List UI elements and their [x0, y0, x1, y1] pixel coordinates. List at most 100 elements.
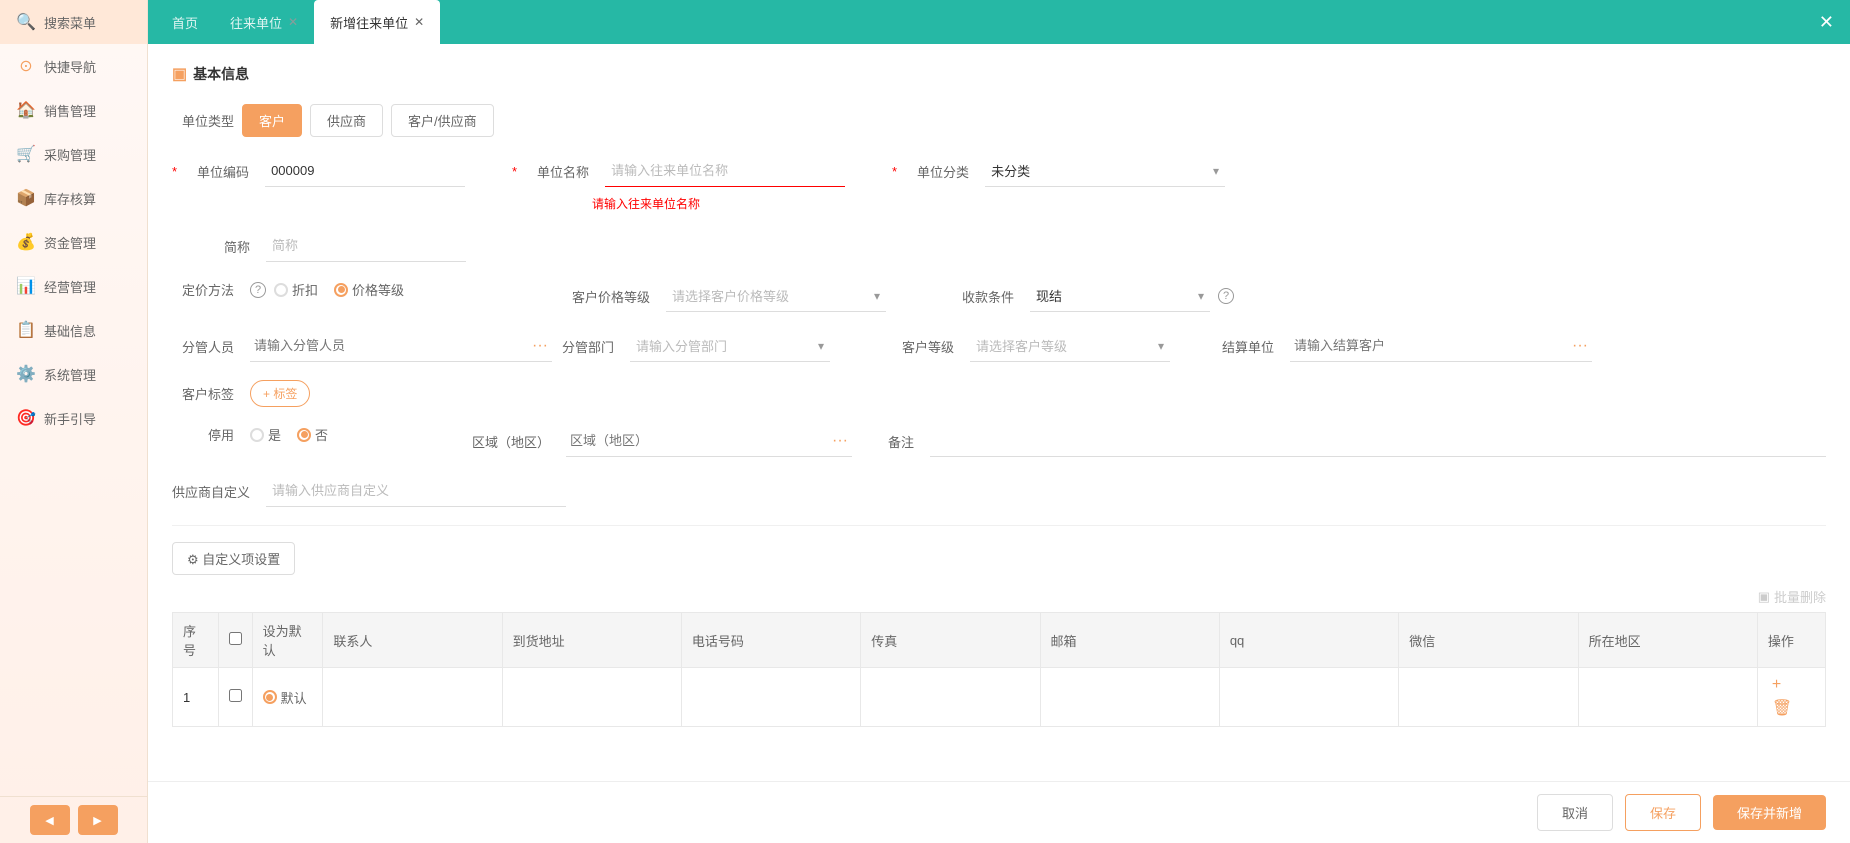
customer-level-select[interactable]: 请选择客户等级 ▾: [970, 330, 1170, 362]
th-address: 到货地址: [502, 613, 681, 668]
chevron-down-icon5: ▾: [1158, 339, 1164, 353]
unit-btn-supplier[interactable]: 供应商: [310, 104, 383, 137]
qq-input[interactable]: [1230, 690, 1388, 705]
remark-input[interactable]: [930, 425, 1826, 457]
basic-icon: 📋: [16, 320, 36, 340]
row-default-radio[interactable]: 默认: [263, 688, 313, 707]
radio-discount[interactable]: 折扣: [274, 280, 318, 299]
row-checkbox[interactable]: [229, 689, 242, 702]
chevron-down-icon4: ▾: [818, 339, 824, 353]
supplier-custom-label: 供应商自定义: [172, 482, 258, 501]
sidebar-expand-btn[interactable]: ▶: [78, 805, 118, 835]
unit-code-input[interactable]: [265, 155, 465, 187]
sidebar-item-system[interactable]: ⚙️ 系统管理: [0, 352, 147, 396]
unit-category-label: 单位分类: [907, 162, 977, 181]
wechat-input[interactable]: [1409, 690, 1567, 705]
finance-icon: 💰: [16, 232, 36, 252]
close-all-tabs-button[interactable]: ✕: [1811, 12, 1842, 33]
sidebar-item-operation[interactable]: 📊 经营管理: [0, 264, 147, 308]
operation-icon: 📊: [16, 276, 36, 296]
radio-price-level[interactable]: 价格等级: [334, 280, 404, 299]
unit-btn-customer[interactable]: 客户: [242, 104, 302, 137]
unit-name-input[interactable]: [605, 155, 845, 187]
settlement-unit-label: 结算单位: [1212, 337, 1282, 356]
customer-price-level-select[interactable]: 请选择客户价格等级 ▾: [666, 280, 886, 312]
tab-new-contact[interactable]: 新增往来单位 ✕: [314, 0, 440, 44]
pricing-help-icon[interactable]: ?: [250, 282, 266, 298]
unit-name-group: * 单位名称 请输入往来单位名称: [512, 155, 892, 212]
tab-home[interactable]: 首页: [156, 0, 214, 44]
td-checkbox: [218, 668, 252, 727]
sidebar-item-sales[interactable]: 🏠 销售管理: [0, 88, 147, 132]
settlement-unit-group: 结算单位 ···: [1212, 330, 1592, 362]
customer-price-level-placeholder: 请选择客户价格等级: [672, 286, 874, 305]
region-more-btn[interactable]: ···: [828, 432, 852, 450]
pricing-row: 定价方法 ? 折扣 价格等级 客户价格等级 请选择客户价格等级: [172, 280, 1826, 312]
td-fax: [861, 668, 1040, 727]
batch-delete-area: ▣ 批量删除: [172, 587, 1826, 606]
tab-contacts[interactable]: 往来单位 ✕: [214, 0, 314, 44]
batch-delete-icon: ▣: [1758, 589, 1770, 605]
region-label: 区域（地区）: [472, 432, 558, 451]
sidebar-item-purchase[interactable]: 🛒 采购管理: [0, 132, 147, 176]
chevron-down-icon2: ▾: [874, 289, 880, 303]
save-button[interactable]: 保存: [1625, 794, 1701, 831]
sidebar-item-newbie[interactable]: 🎯 新手引导: [0, 396, 147, 440]
sidebar-collapse-btn[interactable]: ◀: [30, 805, 70, 835]
remark-label: 备注: [852, 432, 922, 451]
th-seq: 序号: [173, 613, 219, 668]
settlement-unit-input-wrapper: ···: [1290, 330, 1592, 362]
address-input[interactable]: [513, 690, 671, 705]
unit-name-label: 单位名称: [527, 162, 597, 181]
sidebar-item-inventory[interactable]: 📦 库存核算: [0, 176, 147, 220]
contact-input[interactable]: [333, 690, 491, 705]
th-default: 设为默认: [252, 613, 323, 668]
table-header: 序号 设为默认 联系人 到货地址 电话号码 传真 邮箱 qq 微信 所在地区 操…: [173, 613, 1826, 668]
td-action: + 🗑: [1757, 668, 1825, 727]
supplier-custom-row: 供应商自定义: [172, 475, 1826, 507]
radio-disabled-no[interactable]: 否: [297, 425, 328, 444]
tab-new-contact-close[interactable]: ✕: [414, 15, 424, 29]
sidebar-bottom: ◀ ▶: [0, 796, 147, 843]
department-select[interactable]: 请输入分管部门 ▾: [630, 330, 830, 362]
supplier-custom-group: 供应商自定义: [172, 475, 672, 507]
customer-level-group: 客户等级 请选择客户等级 ▾: [892, 330, 1212, 362]
sidebar-item-basic[interactable]: 📋 基础信息: [0, 308, 147, 352]
manager-input[interactable]: [250, 338, 528, 353]
th-fax: 传真: [861, 613, 1040, 668]
sidebar-item-quicknav[interactable]: ⊙ 快捷导航: [0, 44, 147, 88]
th-email: 邮箱: [1040, 613, 1219, 668]
supplier-custom-input[interactable]: [266, 475, 566, 507]
select-all-checkbox[interactable]: [229, 632, 242, 645]
add-row-btn[interactable]: +: [1768, 674, 1785, 696]
add-tag-button[interactable]: + 标签: [250, 380, 310, 407]
unit-category-select[interactable]: 未分类 ▾: [985, 155, 1225, 187]
region-table-input[interactable]: [1589, 690, 1747, 705]
custom-settings-button[interactable]: ⚙ 自定义项设置: [172, 542, 295, 575]
radio-disabled-yes[interactable]: 是: [250, 425, 281, 444]
unit-type-group: 客户 供应商 客户/供应商: [242, 104, 494, 137]
region-input[interactable]: [566, 433, 828, 448]
payment-terms-help-icon[interactable]: ?: [1218, 288, 1234, 304]
fax-input[interactable]: [871, 690, 1029, 705]
sidebar-item-search[interactable]: 🔍 搜索菜单: [0, 0, 147, 44]
sidebar-item-finance[interactable]: 💰 资金管理: [0, 220, 147, 264]
td-wechat: [1399, 668, 1578, 727]
email-input[interactable]: [1051, 690, 1209, 705]
short-name-input[interactable]: [266, 230, 466, 262]
settlement-unit-input[interactable]: [1290, 338, 1568, 353]
radio-circle-default: [263, 690, 277, 704]
pricing-method-options: 折扣 价格等级: [274, 280, 404, 299]
payment-terms-select[interactable]: 现结 ▾: [1030, 280, 1210, 312]
delete-row-btn[interactable]: 🗑: [1768, 696, 1796, 720]
cancel-button[interactable]: 取消: [1537, 794, 1613, 831]
unit-btn-both[interactable]: 客户/供应商: [391, 104, 494, 137]
th-qq: qq: [1219, 613, 1398, 668]
th-region: 所在地区: [1578, 613, 1757, 668]
save-new-button[interactable]: 保存并新增: [1713, 795, 1826, 830]
settlement-unit-more-btn[interactable]: ···: [1568, 337, 1592, 355]
manager-more-btn[interactable]: ···: [528, 337, 552, 355]
tab-contacts-close[interactable]: ✕: [288, 15, 298, 29]
purchase-icon: 🛒: [16, 144, 36, 164]
phone-input[interactable]: [692, 690, 850, 705]
